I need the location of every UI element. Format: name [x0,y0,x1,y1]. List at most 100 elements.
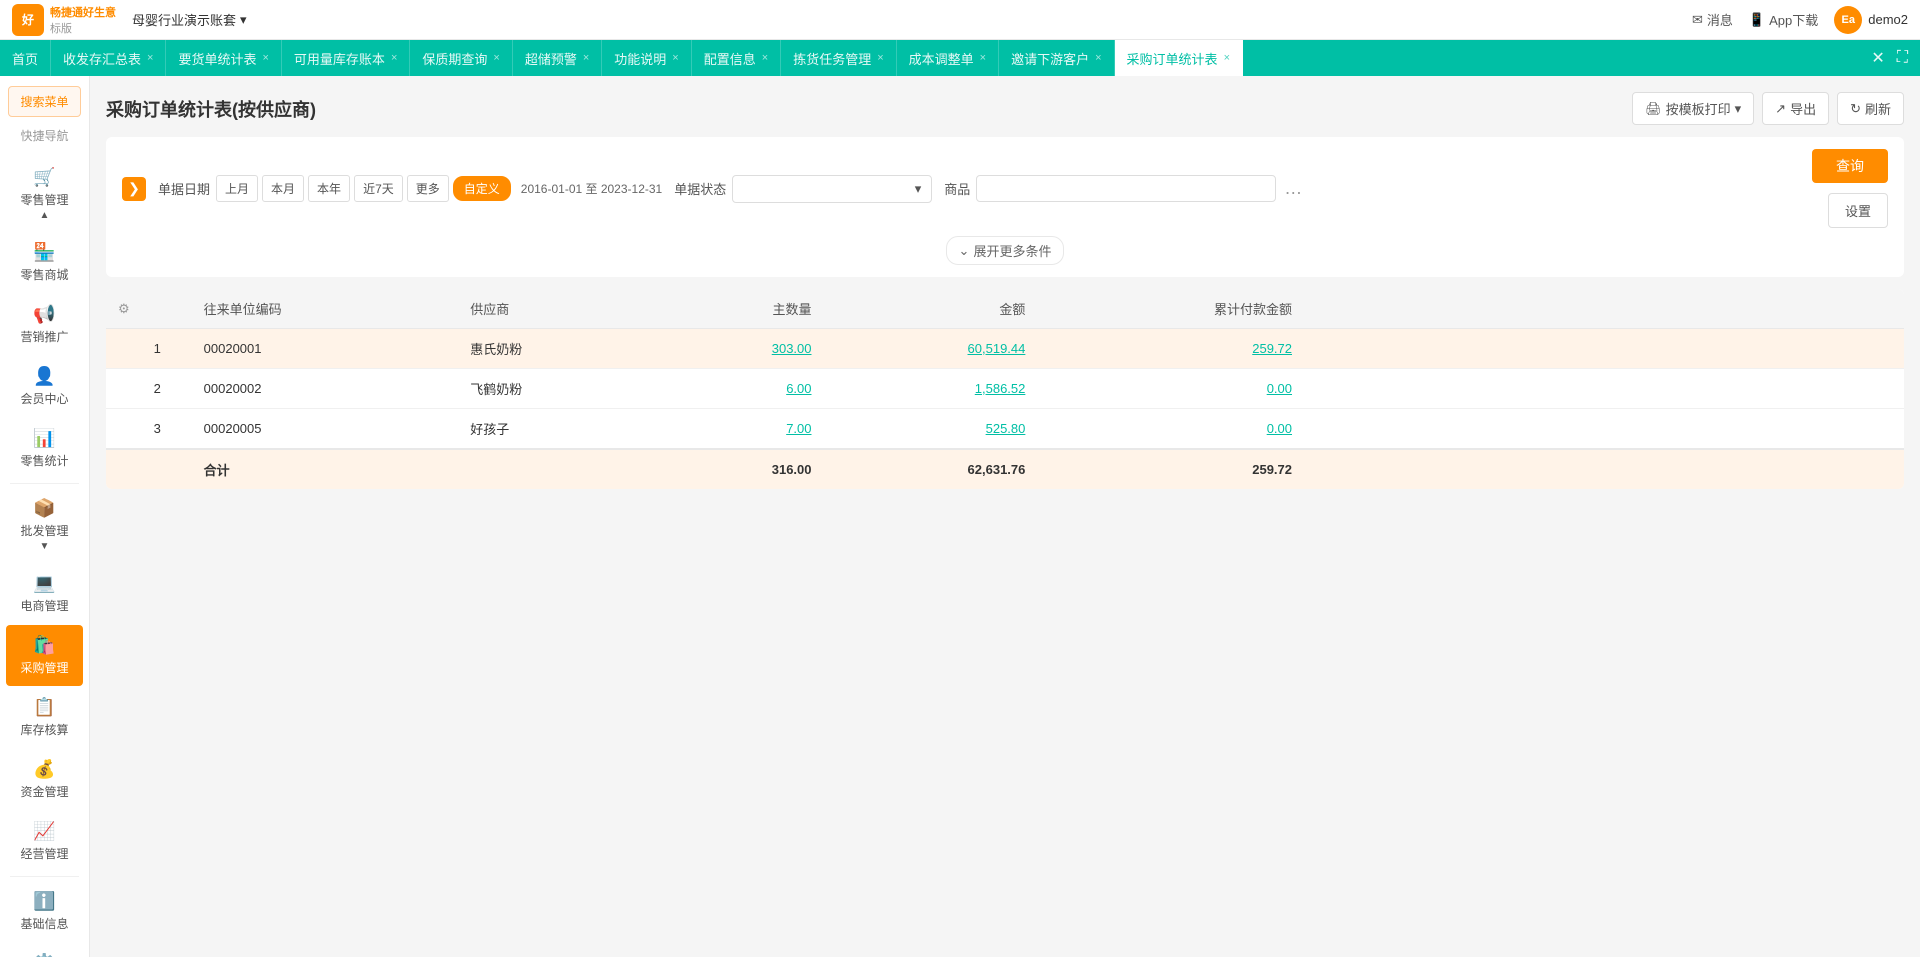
operations-icon: 📈 [33,821,55,842]
more-options-button[interactable]: … [1280,178,1306,199]
chevron-down-icon: ▼ [40,541,50,552]
status-select[interactable]: ▾ [732,175,932,203]
close-icon[interactable]: × [1224,52,1230,64]
row-paid-amount[interactable]: 0.00 [1037,409,1304,450]
sidebar-item-inventory[interactable]: 📋 库存核算 [6,687,83,748]
retail-stat-icon: 📊 [33,428,55,449]
tab-function-desc[interactable]: 功能说明 × [602,40,691,76]
row-paid-amount[interactable]: 0.00 [1037,369,1304,409]
refresh-button[interactable]: ↻ 刷新 [1837,92,1904,125]
close-icon[interactable]: × [493,52,499,64]
date-more-button[interactable]: 更多 [407,175,449,202]
close-icon[interactable]: × [672,52,678,64]
row-amount[interactable]: 525.80 [824,409,1038,450]
sidebar-item-ecommerce[interactable]: 💻 电商管理 [6,563,83,624]
row-supplier: 惠氏奶粉 [458,329,657,369]
tab-config-info[interactable]: 配置信息 × [692,40,781,76]
col-extra [1304,289,1904,329]
user-menu[interactable]: Ea demo2 [1834,6,1908,34]
top-bar: 好 畅捷通好生意 标版 母婴行业演示账套 ▾ ✉ 消息 📱 App下载 Ea d… [0,0,1920,40]
row-main-qty[interactable]: 7.00 [657,409,824,450]
app-download-button[interactable]: 📱 App下载 [1749,10,1818,29]
export-button[interactable]: ↗ 导出 [1762,92,1829,125]
sidebar-item-purchase[interactable]: 🛍️ 采购管理 [6,625,83,686]
tab-available-stock[interactable]: 可用量库存账本 × [282,40,410,76]
footer-paid-amount: 259.72 [1037,449,1304,489]
tab-invite-customer[interactable]: 邀请下游客户 × [999,40,1114,76]
table-container: ⚙ 往来单位编码 供应商 主数量 金额 累计付款金额 1 00020001 [106,289,1904,489]
col-paid-amount: 累计付款金额 [1037,289,1304,329]
close-icon[interactable]: × [762,52,768,64]
row-amount[interactable]: 1,586.52 [824,369,1038,409]
row-main-qty[interactable]: 6.00 [657,369,824,409]
row-supplier: 飞鹤奶粉 [458,369,657,409]
filter-toggle-button[interactable]: ❯ [122,177,146,201]
close-icon[interactable]: × [391,52,397,64]
sidebar-item-marketing[interactable]: 📢 营销推广 [6,294,83,355]
col-unit-code: 往来单位编码 [192,289,459,329]
goods-input[interactable] [976,175,1276,202]
sidebar-item-member[interactable]: 👤 会员中心 [6,356,83,417]
table-row: 2 00020002 飞鹤奶粉 6.00 1,586.52 0.00 [106,369,1904,409]
row-paid-amount[interactable]: 259.72 [1037,329,1304,369]
date-custom-button[interactable]: 自定义 [453,176,511,201]
chevron-down-icon: ⌄ [959,243,970,259]
row-main-qty[interactable]: 303.00 [657,329,824,369]
tab-cost-adjust[interactable]: 成本调整单 × [897,40,999,76]
logo-text: 畅捷通好生意 标版 [50,4,116,36]
retail-icon: 🛒 [33,167,55,188]
sidebar-item-wholesale[interactable]: 📦 批发管理 ▼ [6,488,83,562]
marketing-icon: 📢 [33,304,55,325]
close-icon[interactable]: × [147,52,153,64]
layout: 搜索菜单 快捷导航 🛒 零售管理 ▲ 🏪 零售商城 📢 营销推广 👤 会员中心 [0,76,1920,957]
filter-date-group: 上月 本月 本年 近7天 更多 自定义 [216,175,511,202]
chevron-up-icon: ▲ [40,210,50,221]
tab-order-summary[interactable]: 要货单统计表 × [166,40,281,76]
query-button[interactable]: 查询 [1812,149,1888,183]
message-icon: ✉ [1692,12,1703,28]
data-table: ⚙ 往来单位编码 供应商 主数量 金额 累计付款金额 1 00020001 [106,289,1904,489]
date-prev-month-button[interactable]: 上月 [216,175,258,202]
sidebar-search-area: 搜索菜单 [0,76,89,123]
close-icon[interactable]: × [1095,52,1101,64]
tab-overstock-warning[interactable]: 超储预警 × [513,40,602,76]
setting-button[interactable]: 设置 [1828,193,1888,228]
col-supplier: 供应商 [458,289,657,329]
row-no: 1 [142,329,192,369]
tab-home[interactable]: 首页 [0,40,51,76]
sidebar-item-system[interactable]: ⚙️ 系统管理 [6,943,83,957]
sidebar-item-finance[interactable]: 💰 资金管理 [6,749,83,810]
row-amount[interactable]: 60,519.44 [824,329,1038,369]
expand-more-button[interactable]: ⌄ 展开更多条件 [946,236,1065,265]
maximize-tab-action[interactable]: ⛶ [1893,45,1912,71]
date-7days-button[interactable]: 近7天 [354,175,403,202]
tab-collect-pay[interactable]: 收发存汇总表 × [51,40,166,76]
footer-no [142,449,192,489]
tab-purchase-summary[interactable]: 采购订单统计表 × [1115,40,1243,76]
page-header: 采购订单统计表(按供应商) 🖨 按模板打印 ▾ ↗ 导出 ↻ 刷新 [106,92,1904,125]
print-button[interactable]: 🖨 按模板打印 ▾ [1632,92,1754,125]
sidebar-item-basic-info[interactable]: ℹ️ 基础信息 [6,881,83,942]
search-menu-button[interactable]: 搜索菜单 [8,86,81,117]
date-this-year-button[interactable]: 本年 [308,175,350,202]
logo-area: 好 畅捷通好生意 标版 [12,4,116,36]
page-actions: 🖨 按模板打印 ▾ ↗ 导出 ↻ 刷新 [1632,92,1904,125]
close-icon[interactable]: × [262,52,268,64]
close-tab-action[interactable]: ✕ [1867,44,1888,72]
close-icon[interactable]: × [583,52,589,64]
close-icon[interactable]: × [980,52,986,64]
tab-pick-task[interactable]: 拣货任务管理 × [781,40,896,76]
sidebar-item-operations[interactable]: 📈 经营管理 [6,811,83,872]
message-button[interactable]: ✉ 消息 [1692,10,1733,29]
date-this-month-button[interactable]: 本月 [262,175,304,202]
close-icon[interactable]: × [877,52,883,64]
sidebar-item-retail-stat[interactable]: 📊 零售统计 [6,418,83,479]
top-bar-left: 好 畅捷通好生意 标版 母婴行业演示账套 ▾ [12,4,255,36]
tab-expiry-query[interactable]: 保质期查询 × [410,40,512,76]
workspace-selector[interactable]: 母婴行业演示账套 ▾ [124,6,255,33]
sidebar-item-retail-shop[interactable]: 🏪 零售商城 [6,232,83,293]
sidebar-item-retail[interactable]: 🛒 零售管理 ▲ [6,157,83,231]
col-settings[interactable]: ⚙ [106,289,142,329]
row-settings [106,329,142,369]
avatar: Ea [1834,6,1862,34]
